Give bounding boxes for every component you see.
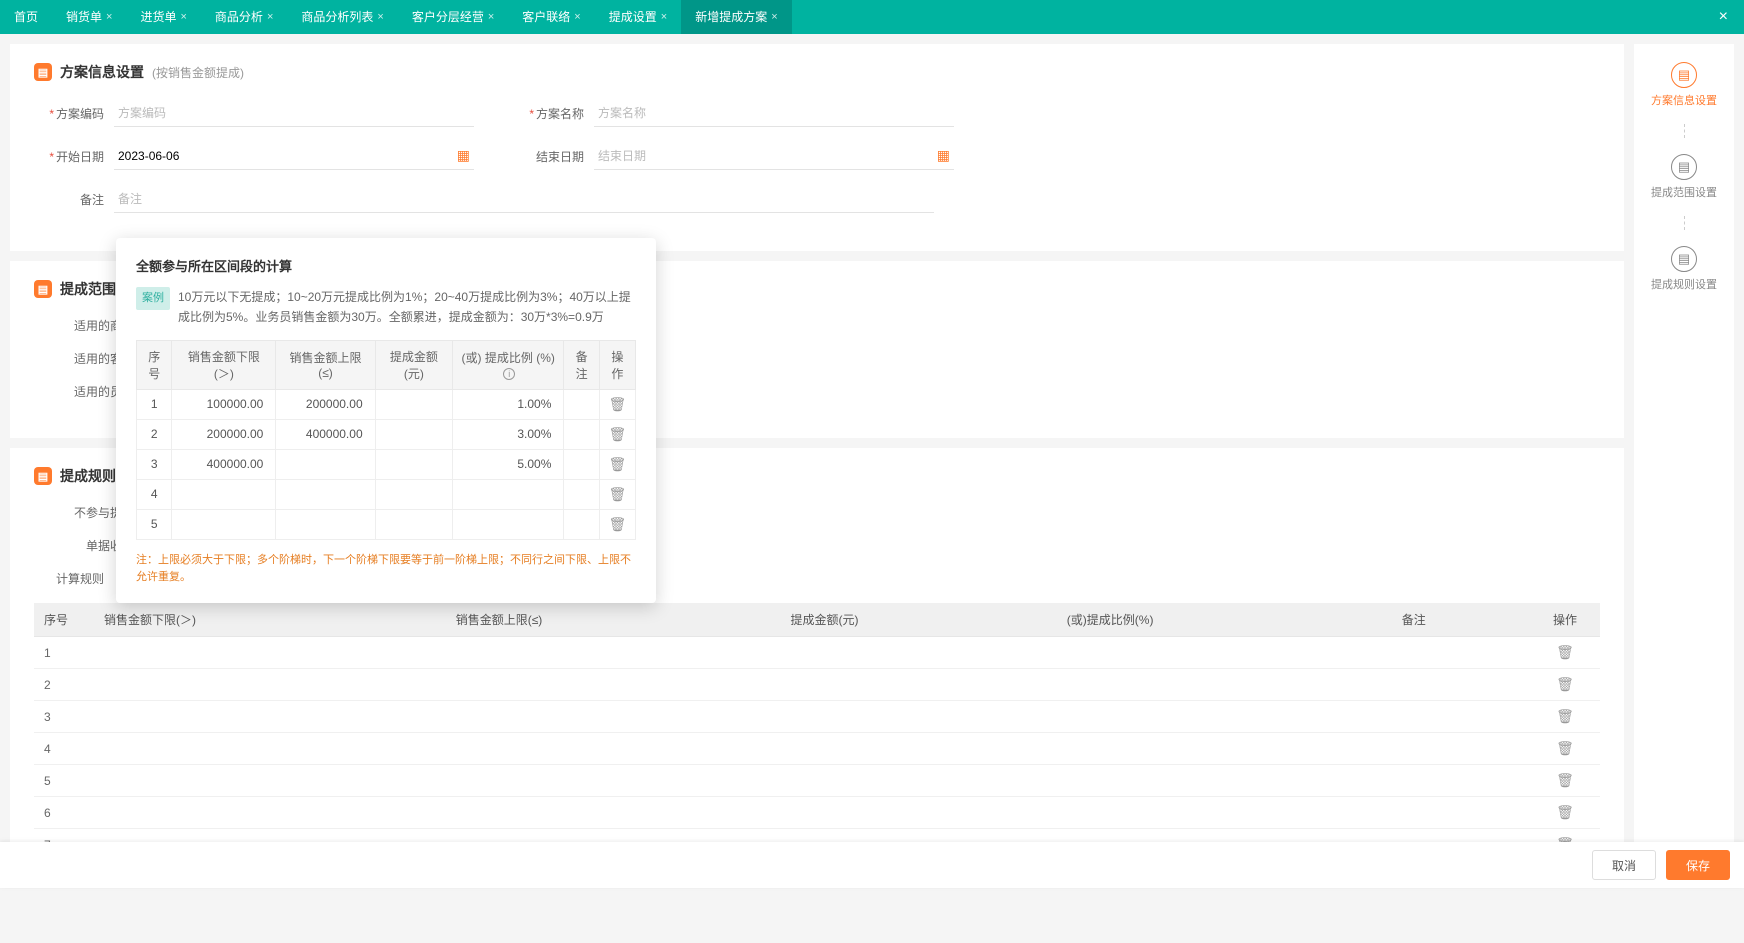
section-icon: ▤: [34, 63, 52, 81]
interval-full-popover: 全额参与所在区间段的计算 案例 10万元以下无提成；10~20万元提成比例为1%…: [116, 238, 656, 603]
code-input[interactable]: [114, 100, 474, 127]
start-date-label: *开始日期: [34, 148, 114, 165]
section-icon: ▤: [34, 280, 52, 298]
table-row: 5🗑: [137, 509, 636, 539]
delete-icon[interactable]: 🗑: [1556, 676, 1574, 692]
tab-bar: 首页 销货单× 进货单× 商品分析× 商品分析列表× 客户分层经营× 客户联络×…: [0, 0, 1744, 34]
calendar-icon[interactable]: ▦: [457, 147, 470, 164]
popover-title: 全额参与所在区间段的计算: [136, 256, 636, 275]
anchor-icon: ▤: [1671, 62, 1697, 88]
close-icon[interactable]: ×: [574, 0, 580, 34]
section-title: 方案信息设置: [60, 62, 144, 82]
col-amount: 提成金额(元): [780, 603, 1056, 637]
close-all-tabs-button[interactable]: ×: [1711, 0, 1736, 34]
close-icon[interactable]: ×: [771, 0, 777, 34]
anchor-nav: ▤ 方案信息设置 ▤ 提成范围设置 ▤ 提成规则设置: [1634, 44, 1734, 883]
remark-input[interactable]: [114, 186, 934, 213]
nav-connector: [1684, 216, 1685, 230]
calendar-icon[interactable]: ▦: [937, 147, 950, 164]
anchor-plan-info[interactable]: ▤ 方案信息设置: [1651, 62, 1717, 108]
end-date-input[interactable]: [594, 143, 954, 170]
close-icon[interactable]: ×: [106, 0, 112, 34]
example-badge: 案例: [136, 287, 170, 310]
tab-new-commission-plan[interactable]: 新增提成方案×: [681, 0, 791, 34]
close-icon[interactable]: ×: [488, 0, 494, 34]
col-index: 序号: [34, 603, 94, 637]
tab-customer-contact[interactable]: 客户联络×: [508, 0, 594, 34]
delete-icon[interactable]: 🗑: [609, 426, 627, 442]
anchor-icon: ▤: [1671, 154, 1697, 180]
table-row: 3400000.005.00%🗑: [137, 449, 636, 479]
table-row: 1100000.00200000.001.00%🗑: [137, 389, 636, 419]
table-row: 4🗑: [137, 479, 636, 509]
code-label: *方案编码: [34, 105, 114, 122]
col-remark: 备注: [1392, 603, 1530, 637]
tab-sales-order[interactable]: 销货单×: [52, 0, 126, 34]
anchor-icon: ▤: [1671, 246, 1697, 272]
plan-info-panel: ▤ 方案信息设置 (按销售金额提成) *方案编码 *方案名称 *开始日期: [10, 44, 1624, 251]
table-row[interactable]: 5🗑: [34, 765, 1600, 797]
popover-note: 注：上限必须大于下限；多个阶梯时，下一个阶梯下限要等于前一阶梯上限；不同行之间下…: [136, 552, 636, 587]
col-upper: 销售金额上限(≤): [446, 603, 781, 637]
close-icon[interactable]: ×: [267, 0, 273, 34]
tab-commission-settings[interactable]: 提成设置×: [595, 0, 681, 34]
close-icon[interactable]: ×: [661, 0, 667, 34]
table-row: 2200000.00400000.003.00%🗑: [137, 419, 636, 449]
tab-purchase-order[interactable]: 进货单×: [126, 0, 200, 34]
cancel-button[interactable]: 取消: [1592, 850, 1656, 880]
delete-icon[interactable]: 🗑: [1556, 708, 1574, 724]
delete-icon[interactable]: 🗑: [609, 456, 627, 472]
tab-product-analysis-list[interactable]: 商品分析列表×: [287, 0, 397, 34]
section-icon: ▤: [34, 467, 52, 485]
tab-customer-tier[interactable]: 客户分层经营×: [398, 0, 508, 34]
calc-rule-label: 计算规则: [34, 570, 114, 587]
start-date-input[interactable]: [114, 143, 474, 170]
delete-icon[interactable]: 🗑: [1556, 740, 1574, 756]
example-text: 10万元以下无提成；10~20万元提成比例为1%；20~40万提成比例为3%；4…: [178, 287, 636, 328]
col-lower: 销售金额下限(＞): [94, 603, 446, 637]
tab-home[interactable]: 首页: [0, 0, 52, 34]
remark-label: 备注: [34, 191, 114, 208]
delete-icon[interactable]: 🗑: [609, 396, 627, 412]
name-input[interactable]: [594, 100, 954, 127]
table-row[interactable]: 2🗑: [34, 669, 1600, 701]
delete-icon[interactable]: 🗑: [1556, 644, 1574, 660]
col-op: 操作: [1530, 603, 1600, 637]
table-row[interactable]: 1🗑: [34, 637, 1600, 669]
name-label: *方案名称: [514, 105, 594, 122]
anchor-rule[interactable]: ▤ 提成规则设置: [1651, 246, 1717, 292]
end-date-label: 结束日期: [514, 148, 594, 165]
popover-table: 序号 销售金额下限 (＞) 销售金额上限 (≤) 提成金额 (元) (或) 提成…: [136, 340, 636, 540]
save-button[interactable]: 保存: [1666, 850, 1730, 880]
info-icon[interactable]: i: [503, 368, 515, 380]
rule-table: 序号 销售金额下限(＞) 销售金额上限(≤) 提成金额(元) (或)提成比例(%…: [34, 603, 1600, 861]
delete-icon[interactable]: 🗑: [1556, 772, 1574, 788]
table-row[interactable]: 6🗑: [34, 797, 1600, 829]
table-row[interactable]: 4🗑: [34, 733, 1600, 765]
delete-icon[interactable]: 🗑: [609, 486, 627, 502]
table-row[interactable]: 3🗑: [34, 701, 1600, 733]
section-hint: (按销售金额提成): [152, 64, 244, 81]
anchor-scope[interactable]: ▤ 提成范围设置: [1651, 154, 1717, 200]
footer-bar: 取消 保存: [0, 842, 1744, 888]
close-icon[interactable]: ×: [180, 0, 186, 34]
close-icon[interactable]: ×: [377, 0, 383, 34]
delete-icon[interactable]: 🗑: [1556, 804, 1574, 820]
nav-connector: [1684, 124, 1685, 138]
delete-icon[interactable]: 🗑: [609, 516, 627, 532]
col-ratio: (或)提成比例(%): [1057, 603, 1392, 637]
tab-product-analysis[interactable]: 商品分析×: [201, 0, 287, 34]
